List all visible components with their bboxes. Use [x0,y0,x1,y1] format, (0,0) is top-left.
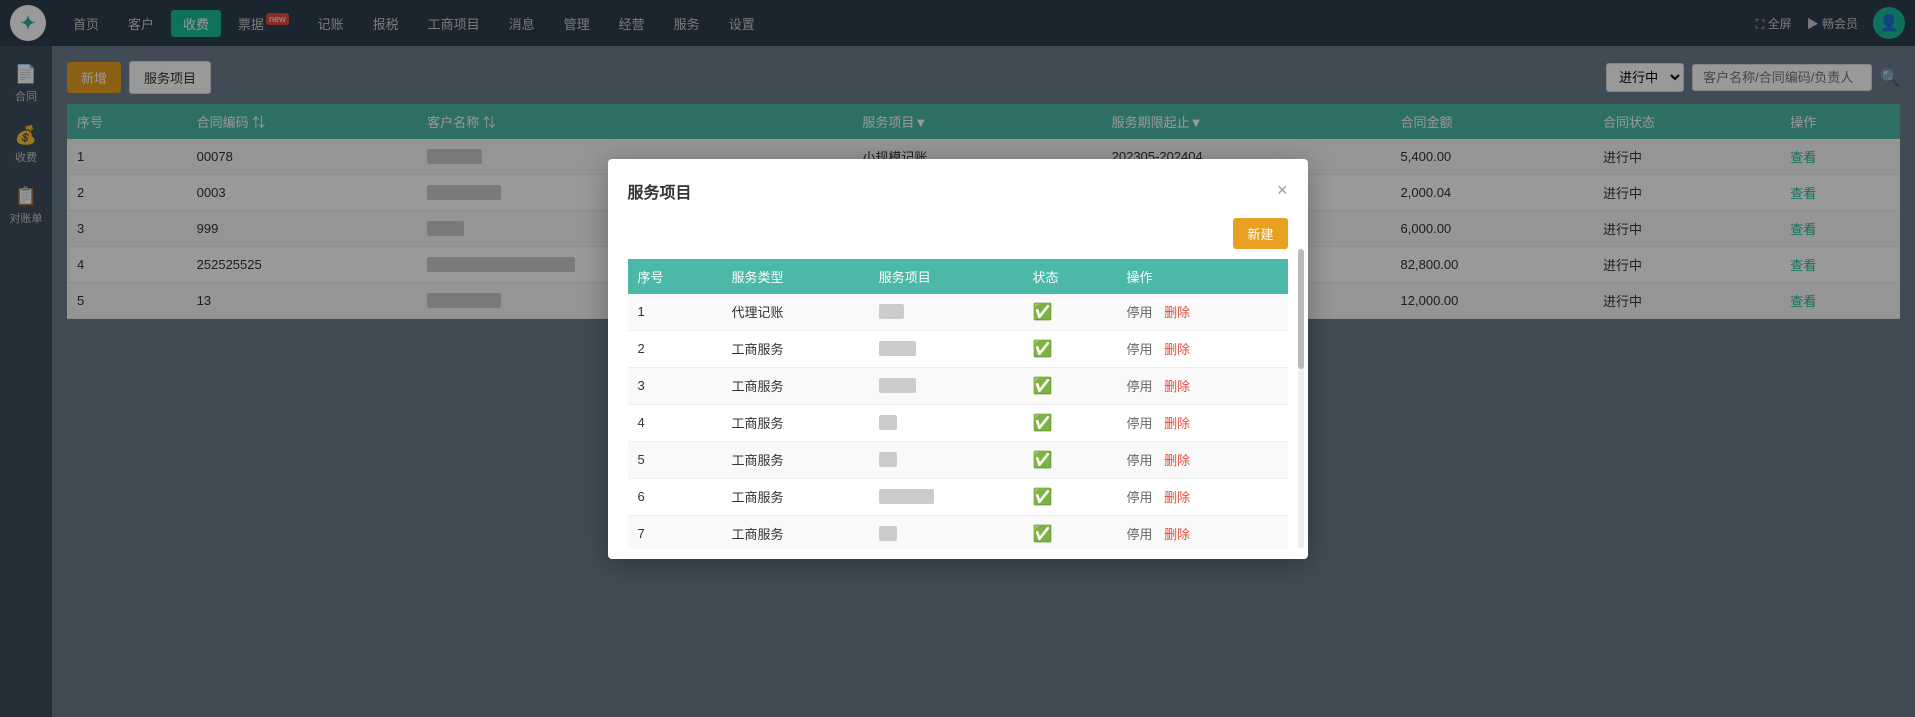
service-items-modal: 服务项目 × 新建 序号 服务类型 服务项目 状态 操作 1 代理记账 [608,159,1308,559]
modal-cell-type: 代理记账 [722,294,869,331]
stop-button[interactable]: 停用 [1127,453,1153,468]
modal-col-seq: 序号 [628,259,722,294]
modal-cell-type: 工商服务 [722,330,869,367]
modal-col-status: 状态 [1022,259,1116,294]
modal-cell-status: ✅ [1022,441,1116,478]
stop-button[interactable]: 停用 [1127,342,1153,357]
modal-cell-seq: 3 [628,367,722,404]
modal-cell-item: ████ [869,367,1023,404]
stop-button[interactable]: 停用 [1127,490,1153,505]
modal-table-row: 3 工商服务 ████ ✅ 停用 删除 [628,367,1288,404]
modal-table-row: 2 工商服务 ████ ✅ 停用 删除 [628,330,1288,367]
stop-button[interactable]: 停用 [1127,379,1153,394]
modal-cell-seq: 1 [628,294,722,331]
status-check-icon: ✅ [1032,452,1052,469]
service-items-table: 序号 服务类型 服务项目 状态 操作 1 代理记账 ██1 ✅ 停用 删除 2 … [628,259,1288,549]
modal-cell-action: 停用 删除 [1117,330,1288,367]
modal-table-row: 6 工商服务 ██████ ✅ 停用 删除 [628,478,1288,515]
modal-col-item: 服务项目 [869,259,1023,294]
modal-title: 服务项目 [628,179,692,203]
scrollbar-thumb [1298,249,1304,369]
delete-button[interactable]: 删除 [1164,527,1190,542]
modal-overlay[interactable]: 服务项目 × 新建 序号 服务类型 服务项目 状态 操作 1 代理记账 [0,0,1915,717]
stop-button[interactable]: 停用 [1127,527,1153,542]
delete-button[interactable]: 删除 [1164,305,1190,320]
status-check-icon: ✅ [1032,304,1052,321]
modal-cell-status: ✅ [1022,478,1116,515]
modal-toolbar: 新建 [628,218,1288,249]
delete-button[interactable]: 删除 [1164,379,1190,394]
modal-cell-action: 停用 删除 [1117,441,1288,478]
modal-cell-type: 工商服务 [722,441,869,478]
modal-cell-type: 工商服务 [722,367,869,404]
modal-cell-status: ✅ [1022,404,1116,441]
delete-button[interactable]: 删除 [1164,490,1190,505]
modal-body: 序号 服务类型 服务项目 状态 操作 1 代理记账 ██1 ✅ 停用 删除 2 … [628,259,1288,549]
modal-cell-seq: 7 [628,515,722,549]
modal-cell-status: ✅ [1022,294,1116,331]
status-check-icon: ✅ [1032,341,1052,358]
modal-cell-item: ██ [869,404,1023,441]
delete-button[interactable]: 删除 [1164,416,1190,431]
status-check-icon: ✅ [1032,489,1052,506]
modal-cell-seq: 4 [628,404,722,441]
modal-cell-type: 工商服务 [722,404,869,441]
scrollbar-track[interactable] [1298,249,1304,549]
modal-cell-action: 停用 删除 [1117,515,1288,549]
modal-cell-action: 停用 删除 [1117,294,1288,331]
modal-cell-action: 停用 删除 [1117,404,1288,441]
modal-cell-seq: 5 [628,441,722,478]
stop-button[interactable]: 停用 [1127,416,1153,431]
status-check-icon: ✅ [1032,526,1052,543]
modal-col-action: 操作 [1117,259,1288,294]
modal-col-type: 服务类型 [722,259,869,294]
modal-cell-item: ██████ [869,478,1023,515]
modal-cell-item: ██ [869,441,1023,478]
modal-table-row: 4 工商服务 ██ ✅ 停用 删除 [628,404,1288,441]
modal-header: 服务项目 × [628,179,1288,203]
modal-cell-status: ✅ [1022,367,1116,404]
delete-button[interactable]: 删除 [1164,342,1190,357]
modal-cell-seq: 2 [628,330,722,367]
modal-cell-item: ██1 [869,294,1023,331]
status-check-icon: ✅ [1032,378,1052,395]
modal-cell-action: 停用 删除 [1117,367,1288,404]
modal-cell-item: ██ [869,515,1023,549]
stop-button[interactable]: 停用 [1127,305,1153,320]
delete-button[interactable]: 删除 [1164,453,1190,468]
modal-cell-seq: 6 [628,478,722,515]
modal-table-header: 序号 服务类型 服务项目 状态 操作 [628,259,1288,294]
modal-table-row: 5 工商服务 ██ ✅ 停用 删除 [628,441,1288,478]
modal-cell-status: ✅ [1022,330,1116,367]
modal-cell-item: ████ [869,330,1023,367]
modal-cell-action: 停用 删除 [1117,478,1288,515]
modal-cell-type: 工商服务 [722,515,869,549]
modal-cell-type: 工商服务 [722,478,869,515]
modal-cell-status: ✅ [1022,515,1116,549]
status-check-icon: ✅ [1032,415,1052,432]
modal-table-row: 1 代理记账 ██1 ✅ 停用 删除 [628,294,1288,331]
modal-new-button[interactable]: 新建 [1233,218,1287,249]
modal-close-button[interactable]: × [1277,180,1288,201]
modal-table-row: 7 工商服务 ██ ✅ 停用 删除 [628,515,1288,549]
